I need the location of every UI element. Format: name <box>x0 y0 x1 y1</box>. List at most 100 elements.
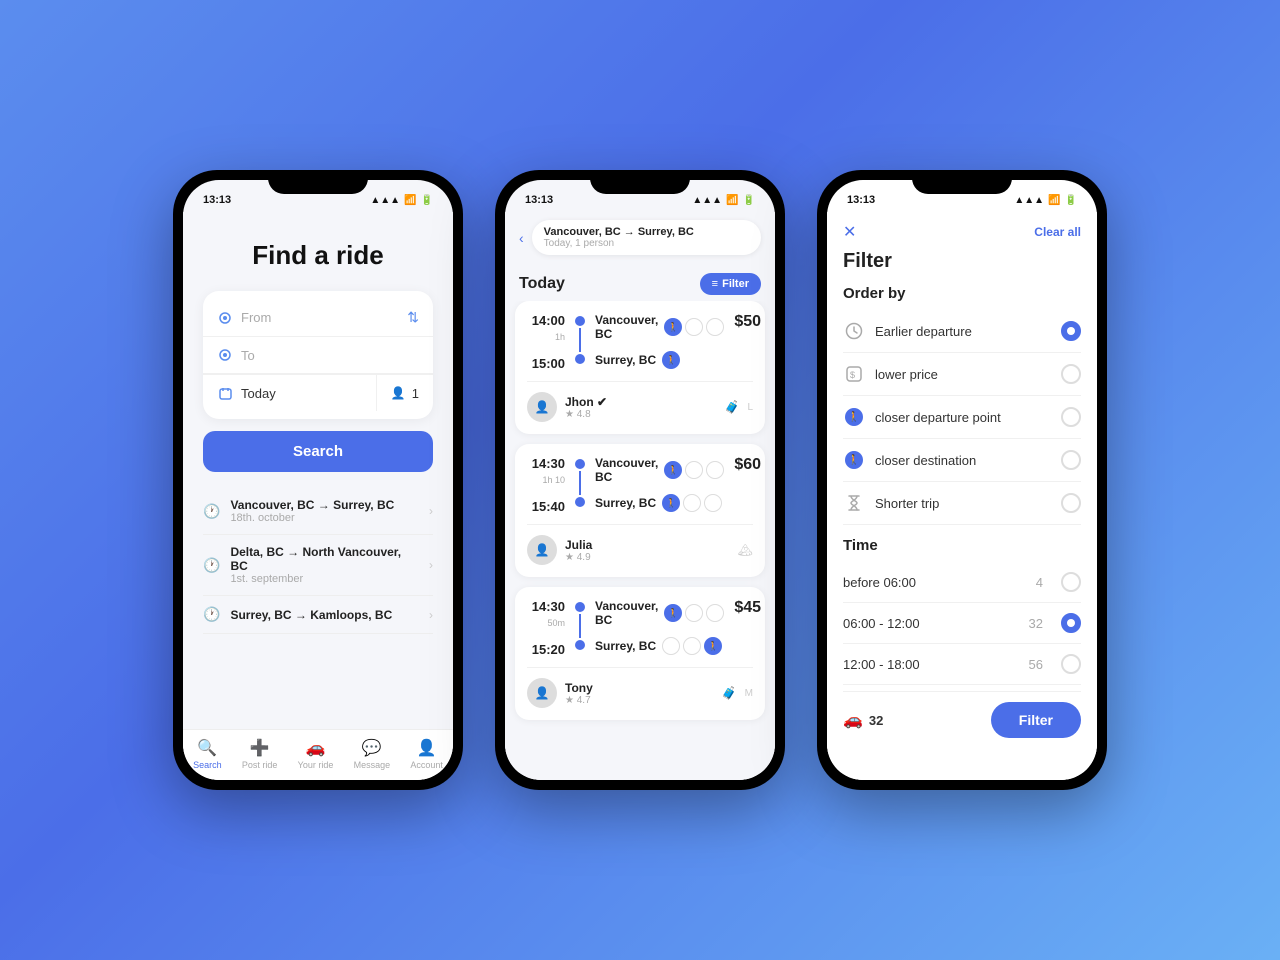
search-button[interactable]: Search <box>203 431 433 472</box>
line-0 <box>579 328 581 352</box>
date-value: Today <box>241 386 276 401</box>
phone-3: 13:13 ▲▲▲ 📶 🔋 ✕ Clear all Filter Order b… <box>817 170 1107 790</box>
seat-empty-2-2 <box>706 604 724 622</box>
filter-footer: 🚗 32 Filter <box>843 691 1081 748</box>
clear-all-button[interactable]: Clear all <box>1034 225 1081 239</box>
price-2: $45 <box>734 599 761 617</box>
order-by-title: Order by <box>843 285 1081 302</box>
recent-item-1[interactable]: 🕐 Delta, BC → North Vancouver, BC 1st. s… <box>203 535 433 596</box>
driver-rating-1: ★ 4.9 <box>565 552 730 563</box>
luggage-icon-0: 🧳 <box>724 400 739 414</box>
line-1 <box>579 471 581 495</box>
dot-depart-0 <box>575 316 585 326</box>
dot-arrive-0 <box>575 354 585 364</box>
car-nav-icon: 🚗 <box>306 738 326 758</box>
earlier-departure-label: Earlier departure <box>875 324 1051 339</box>
luggage-size-0: L <box>747 402 753 413</box>
seat-arr-2: 🚶 <box>704 637 722 655</box>
walk-depart-icon: 🚶 <box>843 406 865 428</box>
depart-city-2: Vancouver, BC <box>595 599 658 627</box>
filter-button[interactable]: ≡ Filter <box>700 273 761 295</box>
radio-shorter-trip[interactable] <box>1061 493 1081 513</box>
signal-icon-1: ▲▲▲ <box>370 195 400 206</box>
radio-time-2[interactable] <box>1061 654 1081 674</box>
radio-time-0[interactable] <box>1061 572 1081 592</box>
from-field[interactable]: From ⇅ <box>203 299 433 337</box>
search-icon: 🔍 <box>197 738 217 758</box>
recent-item-0[interactable]: 🕐 Vancouver, BC → Surrey, BC 18th. octob… <box>203 488 433 535</box>
p2-section-header: Today ≡ Filter <box>505 263 775 301</box>
arrive-time-2: 15:20 <box>532 642 565 657</box>
wifi-icon-2: 📶 <box>726 195 738 206</box>
radio-closer-departure[interactable] <box>1061 407 1081 427</box>
ride-card-1[interactable]: 14:30 1h 10 15:40 Vancouver, BC <box>515 444 765 577</box>
filter-screen: ✕ Clear all Filter Order by Earlier depa… <box>827 212 1097 780</box>
time-label-0: before 06:00 <box>843 575 1026 590</box>
filter-btn-label: Filter <box>722 278 749 290</box>
ride-card-2[interactable]: 14:30 50m 15:20 Vancouver, BC <box>515 587 765 720</box>
nav-message-label: Message <box>354 760 391 770</box>
radio-time-1[interactable] <box>1061 613 1081 633</box>
radio-earlier-departure[interactable] <box>1061 321 1081 341</box>
nav-your-label: Your ride <box>298 760 334 770</box>
recent-item-2[interactable]: 🕐 Surrey, BC → Kamloops, BC › <box>203 596 433 634</box>
seat-arr-1: 🚶 <box>662 494 680 512</box>
time-2: 13:13 <box>525 194 553 206</box>
to-field[interactable]: To <box>203 337 433 374</box>
route-pill: Vancouver, BC → Surrey, BC Today, 1 pers… <box>532 220 761 255</box>
time-option-6-12[interactable]: 06:00 - 12:00 32 <box>843 603 1081 644</box>
time-option-before-6[interactable]: before 06:00 4 <box>843 562 1081 603</box>
chevron-right-0: › <box>429 504 433 518</box>
filter-icon: ≡ <box>712 278 718 290</box>
lower-price-label: lower price <box>875 367 1051 382</box>
seat-empty-2-3 <box>662 637 680 655</box>
recent-list: 🕐 Vancouver, BC → Surrey, BC 18th. octob… <box>203 488 433 634</box>
seat-arr-0: 🚶 <box>662 351 680 369</box>
filter-option-earlier-departure[interactable]: Earlier departure <box>843 310 1081 353</box>
radio-closer-destination[interactable] <box>1061 450 1081 470</box>
recent-route-0: Vancouver, BC → Surrey, BC <box>230 498 419 512</box>
passenger-field[interactable]: 👤 1 <box>377 375 433 411</box>
nav-post-ride[interactable]: ➕ Post ride <box>242 738 278 770</box>
depart-time-1: 14:30 <box>532 456 565 471</box>
seat-empty-2-4 <box>683 637 701 655</box>
page-title: Find a ride <box>203 240 433 271</box>
driver-name-1: Julia <box>565 538 730 552</box>
filter-option-lower-price[interactable]: $ lower price <box>843 353 1081 396</box>
ride-card-0[interactable]: 14:00 1h 15:00 Vancouver, BC <box>515 301 765 434</box>
date-field[interactable]: Today <box>203 375 377 411</box>
from-label: From <box>241 310 399 325</box>
radio-lower-price[interactable] <box>1061 364 1081 384</box>
luggage-icon-1: 🏔 <box>738 543 753 557</box>
driver-avatar-1: 👤 <box>527 535 557 565</box>
filter-submit-button[interactable]: Filter <box>991 702 1081 738</box>
nav-account[interactable]: 👤 Account <box>410 738 443 770</box>
walk-dest-icon: 🚶 <box>843 449 865 471</box>
battery-icon-1: 🔋 <box>421 195 433 206</box>
search-form: From ⇅ To Today <box>203 291 433 419</box>
filter-top: ✕ Clear all <box>843 212 1081 246</box>
recent-date-0: 18th. october <box>230 512 419 524</box>
nav-search[interactable]: 🔍 Search <box>193 738 222 770</box>
filter-option-closer-destination[interactable]: 🚶 closer destination <box>843 439 1081 482</box>
driver-avatar-2: 👤 <box>527 678 557 708</box>
rides-list: 14:00 1h 15:00 Vancouver, BC <box>505 301 775 780</box>
closer-departure-label: closer departure point <box>875 410 1051 425</box>
time-count-1: 32 <box>1029 616 1043 631</box>
chevron-right-2: › <box>429 608 433 622</box>
hourglass-icon <box>843 492 865 514</box>
close-button[interactable]: ✕ <box>843 222 856 242</box>
price-0: $50 <box>734 313 761 331</box>
time-option-12-18[interactable]: 12:00 - 18:00 56 <box>843 644 1081 685</box>
nav-message[interactable]: 💬 Message <box>354 738 391 770</box>
back-button[interactable]: ‹ <box>519 230 524 246</box>
result-count-value: 32 <box>869 713 883 728</box>
filter-option-closer-departure[interactable]: 🚶 closer departure point <box>843 396 1081 439</box>
phone-2: 13:13 ▲▲▲ 📶 🔋 ‹ Vancouver, BC → Surrey, … <box>495 170 785 790</box>
dot-depart-1 <box>575 459 585 469</box>
nav-your-ride[interactable]: 🚗 Your ride <box>298 738 334 770</box>
filter-option-shorter-trip[interactable]: Shorter trip <box>843 482 1081 525</box>
line-2 <box>579 614 581 638</box>
duration-0: 1h <box>555 332 565 342</box>
passenger-count: 1 <box>412 386 419 401</box>
